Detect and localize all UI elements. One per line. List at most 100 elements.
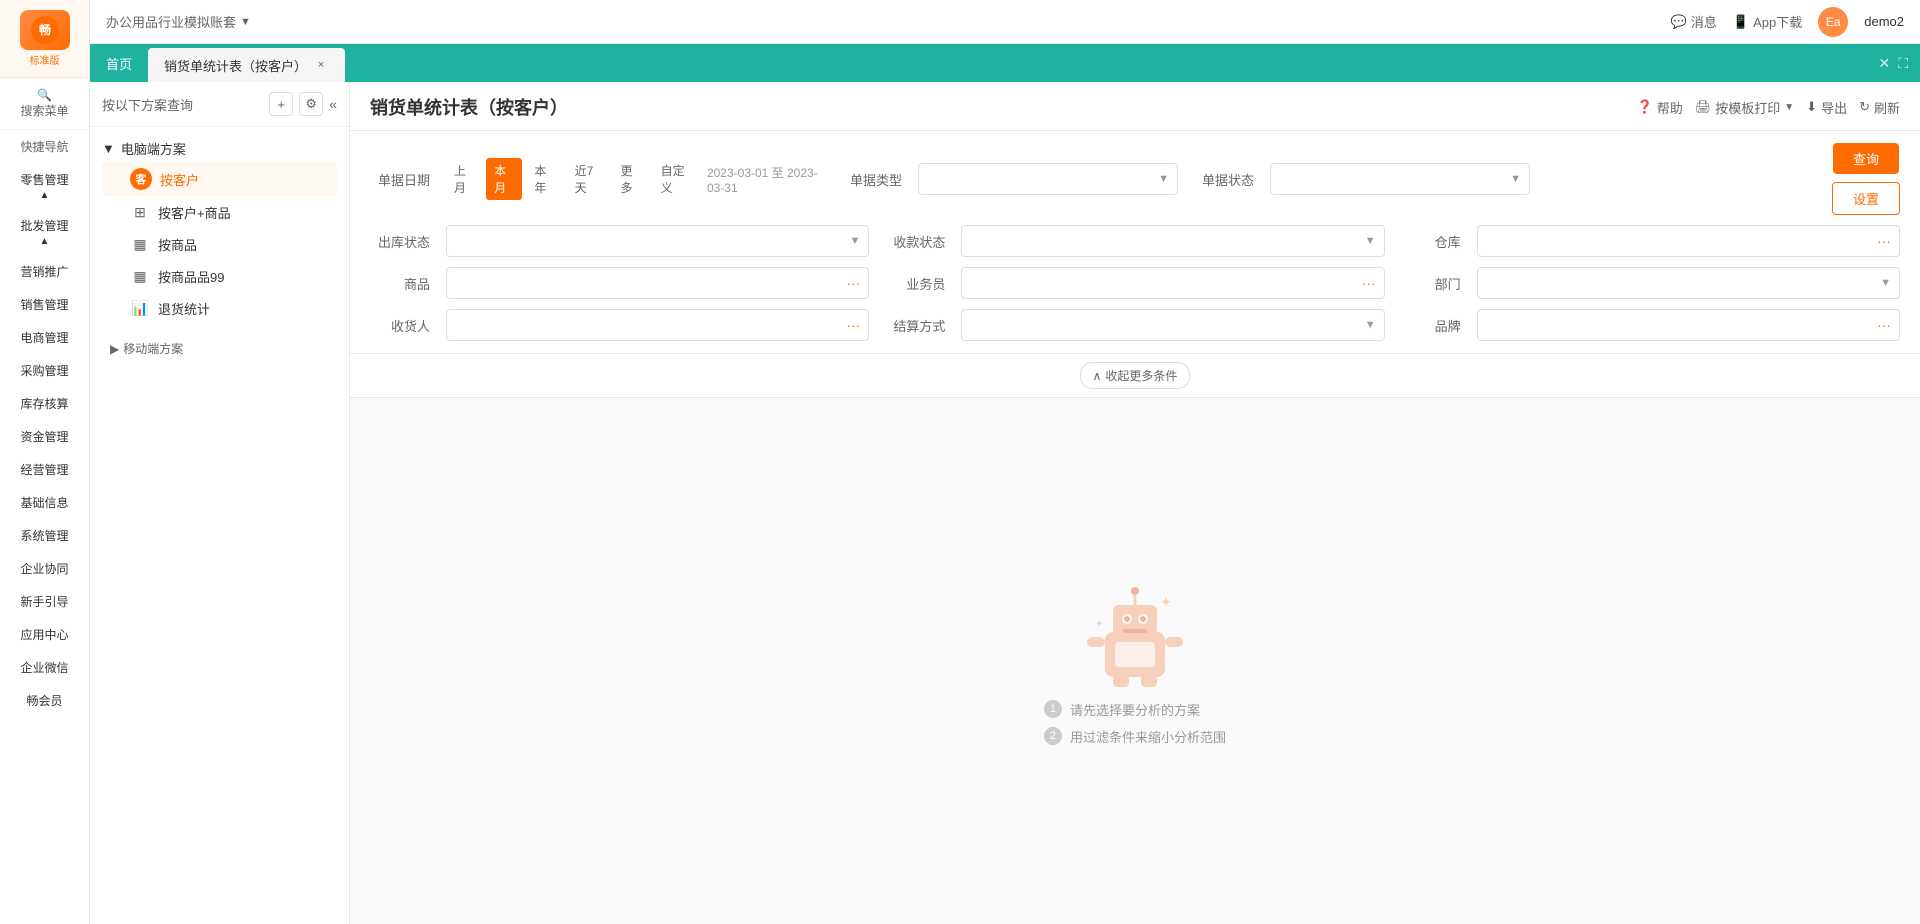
message-button[interactable]: 💬 消息 xyxy=(1671,12,1717,31)
refresh-button[interactable]: ↻ 刷新 xyxy=(1859,98,1900,117)
username-label[interactable]: demo2 xyxy=(1864,14,1904,29)
warehouse-input[interactable]: ··· xyxy=(1477,225,1900,257)
sidebar-item-basic[interactable]: 基础信息 xyxy=(0,486,89,519)
app-download-button[interactable]: 📱 App下载 xyxy=(1733,12,1802,31)
left-panel-title: 按以下方案查询 xyxy=(102,95,193,114)
industry-selector[interactable]: 办公用品行业模拟账套 ▼ xyxy=(106,12,251,31)
sidebar-item-finance[interactable]: 资金管理 xyxy=(0,420,89,453)
quick-nav[interactable]: 快捷导航 xyxy=(0,130,89,163)
sidebar-item-newbie[interactable]: 新手引导 xyxy=(0,585,89,618)
left-panel-actions: + ⚙ « xyxy=(269,92,337,116)
scheme-settings-button[interactable]: ⚙ xyxy=(299,92,323,116)
tab-close-button[interactable]: × xyxy=(313,57,329,73)
print-button[interactable]: 🖨 按模板打印 ▼ xyxy=(1695,98,1794,117)
sidebar-item-marketing[interactable]: 营销推广 xyxy=(0,255,89,288)
sidebar-item-label: 基础信息 xyxy=(20,494,68,511)
warehouse-dots-icon[interactable]: ··· xyxy=(1877,233,1891,249)
scheme-by-customer[interactable]: 客 按客户 xyxy=(102,162,337,196)
tip-number-1: 1 xyxy=(1044,700,1062,718)
department-select[interactable]: ▼ xyxy=(1477,267,1900,299)
order-status-arrow-icon: ▼ xyxy=(1510,173,1521,185)
settlement-label: 结算方式 xyxy=(885,316,945,335)
action-buttons: 查询 设置 xyxy=(1832,143,1900,215)
pc-scheme-group: ▼ 电脑端方案 客 按客户 ⊞ 按客户+商品 ▦ 按商品 ▦ 按商品品99 xyxy=(90,127,349,332)
filter-row-4: 收货人 ··· 结算方式 ▼ 品牌 ··· xyxy=(370,309,1900,341)
sidebar-item-retail[interactable]: 零售管理 ▲ xyxy=(0,163,89,209)
tab-home[interactable]: 首页 xyxy=(90,44,148,82)
mobile-scheme-group-header[interactable]: ▶ 移动端方案 xyxy=(90,336,349,361)
receipt-status-select[interactable]: ▼ xyxy=(961,225,1384,257)
sidebar-item-enterprise[interactable]: 企业协同 xyxy=(0,552,89,585)
sidebar-item-operation[interactable]: 经营管理 xyxy=(0,453,89,486)
sidebar-item-wholesale[interactable]: 批发管理 ▲ xyxy=(0,209,89,255)
product99-icon: ▦ xyxy=(130,266,150,286)
order-status-select[interactable]: ▼ xyxy=(1270,163,1530,195)
add-scheme-button[interactable]: + xyxy=(269,92,293,116)
product-dots-icon[interactable]: ··· xyxy=(846,275,860,291)
order-type-label: 单据类型 xyxy=(842,170,902,189)
collapse-filter-button[interactable]: ∧ 收起更多条件 xyxy=(1080,362,1191,389)
sidebar-item-purchase[interactable]: 采购管理 xyxy=(0,354,89,387)
scheme-by-product[interactable]: ▦ 按商品 xyxy=(102,228,337,260)
date-btn-7days[interactable]: 近7天 xyxy=(567,158,609,200)
date-btn-more[interactable]: 更多 xyxy=(612,158,648,200)
sidebar-search[interactable]: 🔍 搜索菜单 xyxy=(0,78,89,130)
tabbar: 首页 销货单统计表（按客户） × ✕ ⛶ xyxy=(90,44,1920,82)
filter-row-1: 单据日期 上月 本月 本年 近7天 更多 自定义 2023-03-01 至 20… xyxy=(370,143,1900,215)
settlement-select[interactable]: ▼ xyxy=(961,309,1384,341)
sidebar-item-sales[interactable]: 销售管理 xyxy=(0,288,89,321)
settings-button[interactable]: 设置 xyxy=(1832,182,1900,215)
query-button[interactable]: 查询 xyxy=(1833,143,1899,174)
sidebar-item-appcenter[interactable]: 应用中心 xyxy=(0,618,89,651)
export-button[interactable]: ⬇ 导出 xyxy=(1806,98,1847,117)
page-header-actions: ❓ 帮助 🖨 按模板打印 ▼ ⬇ 导出 ↻ 刷新 xyxy=(1637,98,1900,117)
sidebar-item-inventory[interactable]: 库存核算 xyxy=(0,387,89,420)
sidebar-item-wechat[interactable]: 企业微信 xyxy=(0,651,89,684)
sidebar-item-ecommerce[interactable]: 电商管理 xyxy=(0,321,89,354)
filter-row-2: 出库状态 ▼ 收款状态 ▼ 仓库 ··· xyxy=(370,225,1900,257)
sidebar-item-label: 畅会员 xyxy=(26,692,62,709)
search-label: 搜索菜单 xyxy=(8,102,81,119)
date-btn-custom[interactable]: 自定义 xyxy=(653,158,699,200)
order-type-select[interactable]: ▼ xyxy=(918,163,1178,195)
receiver-input[interactable]: ··· xyxy=(446,309,869,341)
logo-subtitle: 标准版 xyxy=(8,52,81,67)
brand-input[interactable]: ··· xyxy=(1477,309,1900,341)
mobile-group-arrow: ▶ xyxy=(110,342,119,356)
scheme-by-product99[interactable]: ▦ 按商品品99 xyxy=(102,260,337,292)
sidebar-logo[interactable]: 畅 标准版 xyxy=(0,0,89,78)
sidebar-item-label: 企业微信 xyxy=(20,659,68,676)
window-close-button[interactable]: ✕ xyxy=(1878,55,1890,72)
product-icon: ▦ xyxy=(130,234,150,254)
avatar[interactable]: Ea xyxy=(1818,7,1848,37)
page-header: 销货单统计表（按客户） ❓ 帮助 🖨 按模板打印 ▼ ⬇ 导出 xyxy=(350,82,1920,131)
topbar-right: 💬 消息 📱 App下载 Ea demo2 xyxy=(1671,7,1904,37)
scheme-by-customer-label: 按客户 xyxy=(160,170,199,189)
date-btn-this-year[interactable]: 本年 xyxy=(526,158,562,200)
tab-sales-stats[interactable]: 销货单统计表（按客户） × xyxy=(148,48,345,82)
help-button[interactable]: ❓ 帮助 xyxy=(1637,98,1683,117)
topbar: 办公用品行业模拟账套 ▼ 💬 消息 📱 App下载 Ea demo2 xyxy=(90,0,1920,44)
scheme-return-stats[interactable]: 📊 退货统计 xyxy=(102,292,337,324)
scheme-by-customer-product[interactable]: ⊞ 按客户+商品 xyxy=(102,196,337,228)
collapse-panel-button[interactable]: « xyxy=(329,96,337,112)
salesperson-dots-icon[interactable]: ··· xyxy=(1362,275,1376,291)
settlement-arrow-icon: ▼ xyxy=(1365,319,1376,331)
sidebar-item-member[interactable]: 畅会员 xyxy=(0,684,89,717)
out-status-select[interactable]: ▼ xyxy=(446,225,869,257)
window-max-button[interactable]: ⛶ xyxy=(1898,55,1908,72)
salesperson-input[interactable]: ··· xyxy=(961,267,1384,299)
message-label: 消息 xyxy=(1691,12,1717,31)
pc-scheme-group-header[interactable]: ▼ 电脑端方案 xyxy=(102,135,337,162)
pc-group-arrow: ▼ xyxy=(102,141,115,156)
brand-dots-icon[interactable]: ··· xyxy=(1877,317,1891,333)
product-input[interactable]: ··· xyxy=(446,267,869,299)
filter-area: 单据日期 上月 本月 本年 近7天 更多 自定义 2023-03-01 至 20… xyxy=(350,131,1920,354)
date-btn-prev-month[interactable]: 上月 xyxy=(446,158,482,200)
receipt-status-label: 收款状态 xyxy=(885,232,945,251)
receiver-dots-icon[interactable]: ··· xyxy=(846,317,860,333)
sidebar-item-label: 销售管理 xyxy=(20,296,68,313)
svg-text:✦: ✦ xyxy=(1095,619,1103,630)
sidebar-item-system[interactable]: 系统管理 xyxy=(0,519,89,552)
date-btn-this-month[interactable]: 本月 xyxy=(486,158,522,200)
